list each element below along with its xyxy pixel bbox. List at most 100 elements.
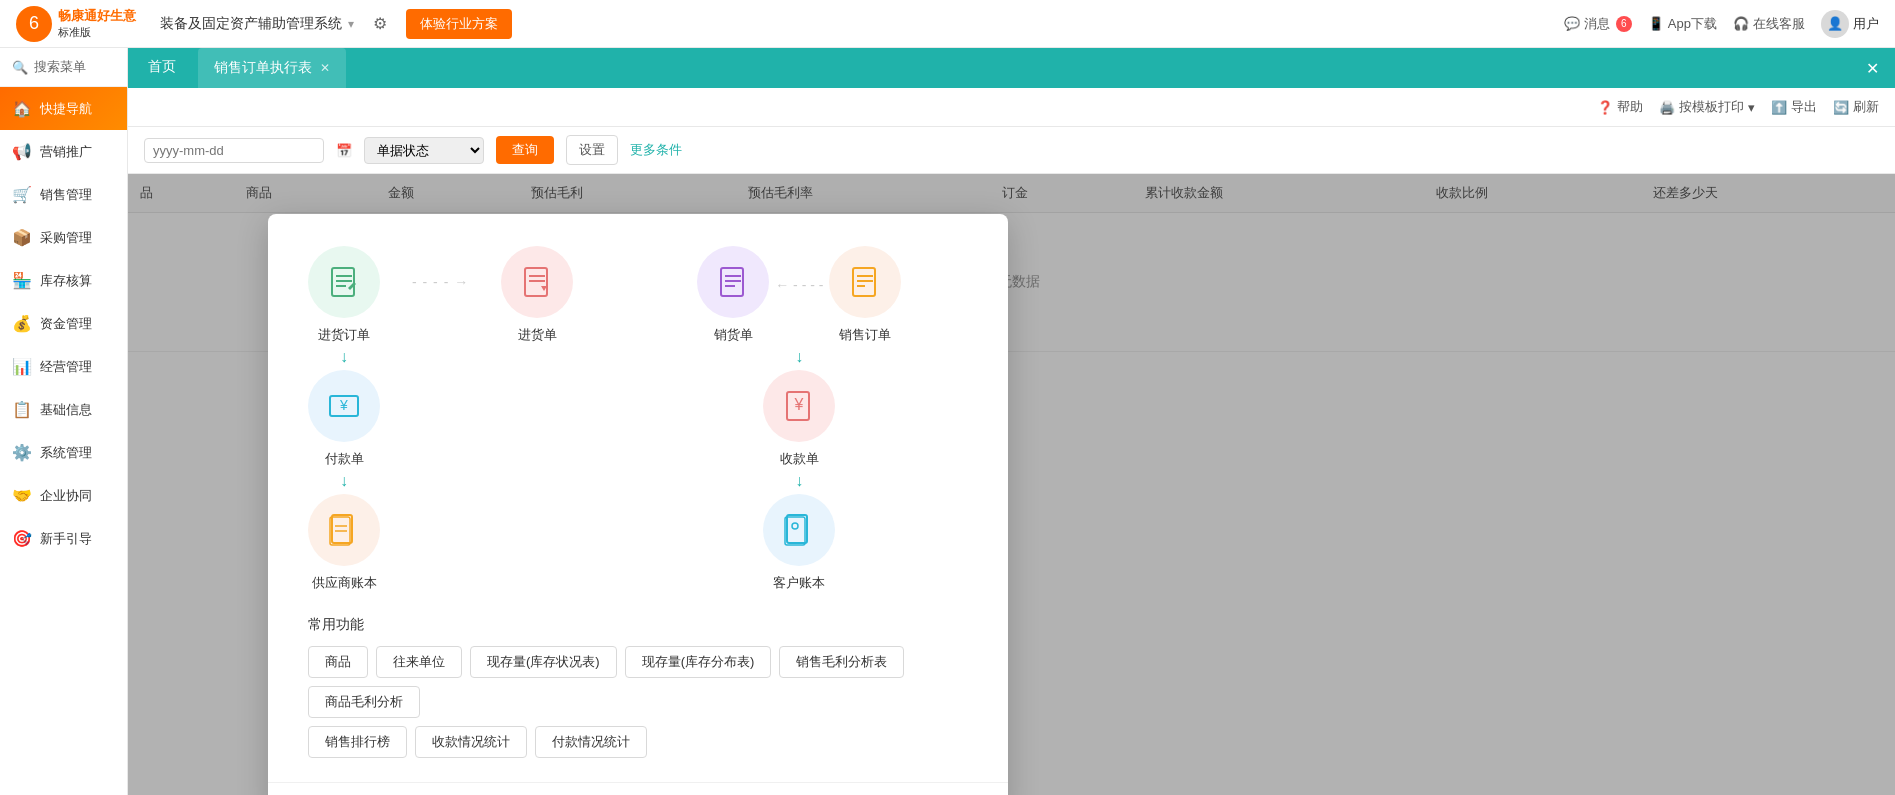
dropdown-icon[interactable]: ▾ xyxy=(348,17,354,31)
func-btn-5[interactable]: 商品毛利分析 xyxy=(308,686,420,718)
system-title: 装备及固定资产辅助管理系统 ▾ xyxy=(160,15,354,33)
export-button[interactable]: ⬆️ 导出 xyxy=(1771,98,1817,116)
calendar-icon[interactable]: 📅 xyxy=(336,143,352,158)
arrow-down-1: ↓ xyxy=(340,348,348,366)
purchase-icon: 📦 xyxy=(12,228,32,247)
tab-close-icon[interactable]: ✕ xyxy=(320,61,330,75)
svg-text:¥: ¥ xyxy=(339,397,348,413)
func-btn-3[interactable]: 现存量(库存分布表) xyxy=(625,646,772,678)
sidebar-item-quick-nav[interactable]: 🏠 快捷导航 xyxy=(0,87,127,130)
sidebar-item-sales[interactable]: 🛒 销售管理 xyxy=(0,173,127,216)
sidebar-item-finance[interactable]: 💰 资金管理 xyxy=(0,302,127,345)
quick-nav-icon: 🏠 xyxy=(12,99,32,118)
purchase-bill-label: 进货单 xyxy=(518,326,557,344)
sale-bill-label: 销货单 xyxy=(714,326,753,344)
flow-node-customer-ledger[interactable]: 客户账本 xyxy=(763,494,835,592)
func-btn-7[interactable]: 收款情况统计 xyxy=(415,726,527,758)
flow-node-purchase-bill[interactable]: 进货单 xyxy=(501,246,573,344)
sidebar-item-sys-mgmt[interactable]: ⚙️ 系统管理 xyxy=(0,431,127,474)
sale-order-icon xyxy=(829,246,901,318)
set-button[interactable]: 设置 xyxy=(566,135,618,165)
arrow-down-2: ↓ xyxy=(340,472,348,490)
status-select[interactable]: 单据状态 xyxy=(364,137,484,164)
sidebar-item-enterprise[interactable]: 🤝 企业协同 xyxy=(0,474,127,517)
user-menu[interactable]: 👤 用户 xyxy=(1821,10,1879,38)
logo-text: 畅康通好生意 标准版 xyxy=(58,8,136,39)
message-button[interactable]: 💬 消息 6 xyxy=(1564,15,1632,33)
table-area: 品 商品 金额 预估毛利 预估毛利率 订金 累计收款金额 收款比例 还差多少天 xyxy=(128,174,1895,795)
svg-point-25 xyxy=(792,523,798,529)
print-button[interactable]: 🖨️ 按模板打印 ▾ xyxy=(1659,98,1755,116)
scroll-left-arrow[interactable]: ◀ xyxy=(284,791,295,795)
base-info-icon: 📋 xyxy=(12,400,32,419)
dialog-scrollbar: ◀ ▶ xyxy=(268,782,1008,795)
receipt-icon: ¥ xyxy=(763,370,835,442)
sidebar-item-purchase[interactable]: 📦 采购管理 xyxy=(0,216,127,259)
operations-icon: 📊 xyxy=(12,357,32,376)
refresh-icon: 🔄 xyxy=(1833,100,1849,115)
print-icon: 🖨️ xyxy=(1659,100,1675,115)
supplier-ledger-label: 供应商账本 xyxy=(312,574,377,592)
more-conditions-link[interactable]: 更多条件 xyxy=(630,141,682,159)
tab-bar-close[interactable]: ✕ xyxy=(1850,59,1895,78)
print-dropdown-icon: ▾ xyxy=(1748,100,1755,115)
func-buttons-row1: 商品 往来单位 现存量(库存状况表) 现存量(库存分布表) 销售毛利分析表 商品… xyxy=(308,646,968,718)
flow-node-sale-bill[interactable]: 销货单 xyxy=(697,246,769,344)
quick-nav-dialog: 进货订单 ↓ ¥ 付款单 ↓ xyxy=(268,214,1008,795)
customer-ledger-icon xyxy=(763,494,835,566)
trial-button[interactable]: 体验行业方案 xyxy=(406,9,512,39)
func-btn-2[interactable]: 现存量(库存状况表) xyxy=(470,646,617,678)
purchase-bill-icon xyxy=(501,246,573,318)
search-icon: 🔍 xyxy=(12,60,28,75)
sidebar-item-base-info[interactable]: 📋 基础信息 xyxy=(0,388,127,431)
refresh-button[interactable]: 🔄 刷新 xyxy=(1833,98,1879,116)
sidebar: 🔍 搜索菜单 🏠 快捷导航 📢 营销推广 🛒 销售管理 📦 采购管理 🏪 xyxy=(0,48,128,795)
app-download-button[interactable]: 📱 App下载 xyxy=(1648,15,1717,33)
message-badge: 6 xyxy=(1616,16,1632,32)
flow-node-supplier-ledger[interactable]: 供应商账本 xyxy=(308,494,380,592)
sidebar-item-operations[interactable]: 📊 经营管理 xyxy=(0,345,127,388)
online-service-button[interactable]: 🎧 在线客服 xyxy=(1733,15,1805,33)
flow-node-sale-order[interactable]: 销售订单 xyxy=(829,246,901,344)
tab-home[interactable]: 首页 xyxy=(128,48,196,88)
sys-mgmt-icon: ⚙️ xyxy=(12,443,32,462)
customer-ledger-label: 客户账本 xyxy=(773,574,825,592)
sidebar-item-inventory[interactable]: 🏪 库存核算 xyxy=(0,259,127,302)
flow-node-receipt[interactable]: ¥ 收款单 xyxy=(763,370,835,468)
avatar: 👤 xyxy=(1821,10,1849,38)
guide-icon: 🎯 xyxy=(12,529,32,548)
svg-text:¥: ¥ xyxy=(794,396,804,413)
logo-icon: 6 xyxy=(16,6,52,42)
gear-button[interactable]: ⚙ xyxy=(366,10,394,38)
help-button[interactable]: ❓ 帮助 xyxy=(1597,98,1643,116)
purchase-order-icon xyxy=(308,246,380,318)
sidebar-item-guide[interactable]: 🎯 新手引导 xyxy=(0,517,127,560)
supplier-ledger-icon xyxy=(308,494,380,566)
dialog-overlay: 进货订单 ↓ ¥ 付款单 ↓ xyxy=(128,174,1895,795)
brand-sub: 标准版 xyxy=(58,25,136,39)
scroll-right-arrow[interactable]: ▶ xyxy=(981,791,992,795)
tab-sales-order-exec[interactable]: 销售订单执行表 ✕ xyxy=(198,48,346,88)
tab-bar: 首页 销售订单执行表 ✕ ✕ xyxy=(128,48,1895,88)
content-header: ❓ 帮助 🖨️ 按模板打印 ▾ ⬆️ 导出 🔄 刷新 xyxy=(128,88,1895,127)
flow-node-payment[interactable]: ¥ 付款单 xyxy=(308,370,380,468)
query-button[interactable]: 查询 xyxy=(496,136,554,164)
sales-icon: 🛒 xyxy=(12,185,32,204)
search-menu-button[interactable]: 🔍 搜索菜单 xyxy=(0,48,127,87)
func-btn-6[interactable]: 销售排行榜 xyxy=(308,726,407,758)
func-btn-1[interactable]: 往来单位 xyxy=(376,646,462,678)
func-btn-8[interactable]: 付款情况统计 xyxy=(535,726,647,758)
func-btn-4[interactable]: 销售毛利分析表 xyxy=(779,646,904,678)
func-btn-0[interactable]: 商品 xyxy=(308,646,368,678)
arrow-down-3: ↓ xyxy=(795,348,803,366)
payment-label: 付款单 xyxy=(325,450,364,468)
arrow-down-4: ↓ xyxy=(795,472,803,490)
sale-bill-icon xyxy=(697,246,769,318)
inventory-icon: 🏪 xyxy=(12,271,32,290)
user-name: 用户 xyxy=(1853,15,1879,33)
receipt-label: 收款单 xyxy=(780,450,819,468)
flow-node-purchase-order[interactable]: 进货订单 xyxy=(308,246,380,344)
date-input[interactable] xyxy=(144,138,324,163)
marketing-icon: 📢 xyxy=(12,142,32,161)
sidebar-item-marketing[interactable]: 📢 营销推广 xyxy=(0,130,127,173)
